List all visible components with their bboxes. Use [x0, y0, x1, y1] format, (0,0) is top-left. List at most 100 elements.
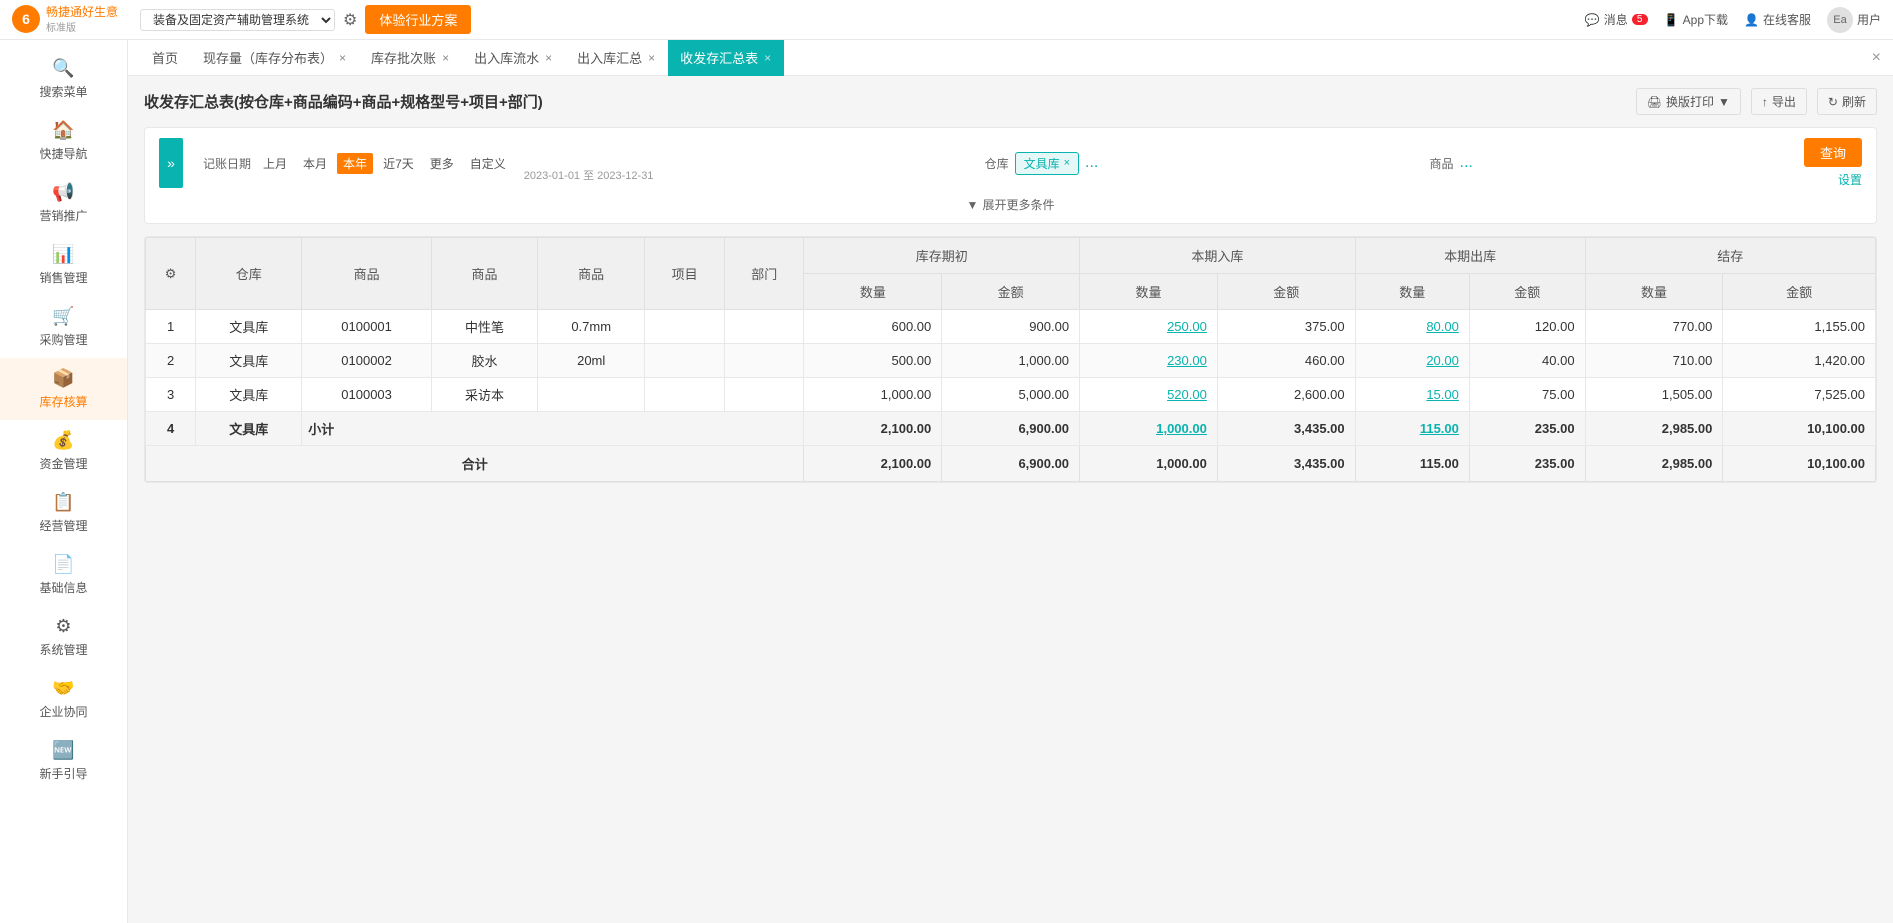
row-out-qty[interactable]: 15.00 — [1355, 378, 1469, 412]
th-goods-name: 商品 — [431, 238, 537, 310]
tab-stock-dist[interactable]: 现存量（库存分布表） × — [191, 40, 359, 76]
settings-link[interactable]: 设置 — [1838, 171, 1862, 188]
sidebar-item-quick-nav[interactable]: 🏠 快捷导航 — [0, 110, 127, 172]
sidebar-item-marketing[interactable]: 📢 营销推广 — [0, 172, 127, 234]
tab-flow[interactable]: 出入库流水 × — [462, 40, 565, 76]
subtotal-warehouse: 文具库 — [196, 412, 302, 446]
row-code: 0100001 — [302, 310, 432, 344]
tab-recv-send[interactable]: 收发存汇总表 × — [668, 40, 784, 76]
username-label: 用户 — [1857, 11, 1881, 28]
sidebar-item-inventory[interactable]: 📦 库存核算 — [0, 358, 127, 420]
online-service-label: 在线客服 — [1763, 11, 1811, 28]
sidebar-item-system[interactable]: ⚙ 系统管理 — [0, 606, 127, 668]
system-title-dropdown[interactable]: 装备及固定资产辅助管理系统 — [140, 9, 335, 31]
notification-item[interactable]: 💬 消息 5 — [1585, 11, 1648, 28]
row-bal-qty: 710.00 — [1585, 344, 1723, 378]
table-footer: 合计 2,100.00 6,900.00 1,000.00 3,435.00 1… — [146, 446, 1876, 482]
tab-batch[interactable]: 库存批次账 × — [359, 40, 462, 76]
tab-batch-close[interactable]: × — [442, 51, 449, 65]
expand-more-conditions[interactable]: ▼ 展开更多条件 — [967, 196, 1055, 213]
online-service-item[interactable]: 👤 在线客服 — [1744, 11, 1811, 28]
row-out-qty[interactable]: 20.00 — [1355, 344, 1469, 378]
sidebar-item-operations[interactable]: 📋 经营管理 — [0, 482, 127, 544]
row-in-qty[interactable]: 250.00 — [1080, 310, 1218, 344]
sidebar: 🔍 搜索菜单 🏠 快捷导航 📢 营销推广 📊 销售管理 🛒 采购管理 📦 库存核… — [0, 40, 128, 923]
sidebar-item-search[interactable]: 🔍 搜索菜单 — [0, 48, 127, 110]
row-dept — [724, 310, 804, 344]
sidebar-item-basic-info[interactable]: 📄 基础信息 — [0, 544, 127, 606]
shortcut-custom[interactable]: 自定义 — [464, 153, 512, 174]
th-init-amt: 金额 — [942, 274, 1080, 310]
row-out-qty[interactable]: 80.00 — [1355, 310, 1469, 344]
row-in-qty[interactable]: 230.00 — [1080, 344, 1218, 378]
app-download-item[interactable]: 📱 App下载 — [1664, 11, 1728, 28]
gear-button[interactable]: ⚙ — [343, 10, 357, 30]
tab-stock-dist-close[interactable]: × — [339, 51, 346, 65]
tab-in-out-summary-label: 出入库汇总 — [577, 48, 642, 67]
warehouse-tag: 文具库 × — [1015, 152, 1079, 175]
subtotal-out-qty[interactable]: 115.00 — [1355, 412, 1469, 446]
print-button[interactable]: 🖨 换版打印 ▼ — [1636, 88, 1741, 115]
row-no: 2 — [146, 344, 196, 378]
row-in-amt: 375.00 — [1217, 310, 1355, 344]
th-dept: 部门 — [724, 238, 804, 310]
right-actions: 查询 设置 — [1804, 138, 1862, 188]
tab-home[interactable]: 首页 — [140, 40, 191, 76]
tab-recv-send-label: 收发存汇总表 — [680, 48, 758, 67]
page-header: 收发存汇总表(按仓库+商品编码+商品+规格型号+项目+部门) 🖨 换版打印 ▼ … — [144, 88, 1877, 115]
row-out-amt: 40.00 — [1469, 344, 1585, 378]
warehouse-tag-close[interactable]: × — [1064, 157, 1070, 169]
row-dept — [724, 378, 804, 412]
system-icon: ⚙ — [55, 616, 71, 637]
row-dept — [724, 344, 804, 378]
inventory-icon: 📦 — [52, 368, 74, 389]
row-out-amt: 75.00 — [1469, 378, 1585, 412]
row-bal-qty: 1,505.00 — [1585, 378, 1723, 412]
footer-label: 合计 — [146, 446, 804, 482]
finance-icon: 💰 — [52, 430, 74, 451]
tab-in-out-close[interactable]: × — [648, 51, 655, 65]
row-in-qty[interactable]: 520.00 — [1080, 378, 1218, 412]
user-item[interactable]: Ea 用户 — [1827, 7, 1881, 33]
sales-icon: 📊 — [52, 244, 74, 265]
query-button[interactable]: 查询 — [1804, 138, 1862, 167]
filter-collapse-button[interactable]: » — [159, 138, 183, 188]
row-warehouse: 文具库 — [196, 378, 302, 412]
table-group-header-row: ⚙ 仓库 商品 商品 商品 项目 部门 库存期初 本期入库 本期出库 结存 — [146, 238, 1876, 274]
purchase-icon: 🛒 — [52, 306, 74, 327]
tab-in-out-summary[interactable]: 出入库汇总 × — [565, 40, 668, 76]
row-bal-amt: 1,155.00 — [1723, 310, 1876, 344]
sidebar-item-purchase[interactable]: 🛒 采购管理 — [0, 296, 127, 358]
shortcut-this-year[interactable]: 本年 — [337, 153, 373, 174]
tab-recv-send-close[interactable]: × — [764, 51, 771, 65]
export-button[interactable]: ↑ 导出 — [1751, 88, 1807, 115]
sidebar-item-finance[interactable]: 💰 资金管理 — [0, 420, 127, 482]
row-project — [645, 344, 725, 378]
footer-init-amt: 6,900.00 — [942, 446, 1080, 482]
shortcut-this-month[interactable]: 本月 — [297, 153, 333, 174]
shortcut-last-month[interactable]: 上月 — [257, 153, 293, 174]
sidebar-item-sales[interactable]: 📊 销售管理 — [0, 234, 127, 296]
table-body: 1 文具库 0100001 中性笔 0.7mm 600.00 900.00 25… — [146, 310, 1876, 446]
shortcut-more[interactable]: 更多 — [424, 153, 460, 174]
refresh-button[interactable]: ↻ 刷新 — [1817, 88, 1877, 115]
try-button[interactable]: 体验行业方案 — [365, 5, 471, 34]
th-settings[interactable]: ⚙ — [146, 238, 196, 310]
shortcut-last-7-days[interactable]: 近7天 — [377, 153, 420, 174]
subtotal-in-amt: 3,435.00 — [1217, 412, 1355, 446]
row-spec: 0.7mm — [537, 310, 644, 344]
warehouse-filter: 仓库 文具库 × ... — [985, 152, 1099, 175]
guide-icon: 🆕 — [52, 740, 74, 761]
sidebar-item-cooperation[interactable]: 🤝 企业协同 — [0, 668, 127, 730]
print-icon: 🖨 — [1647, 95, 1662, 109]
sidebar-item-guide[interactable]: 🆕 新手引导 — [0, 730, 127, 792]
footer-in-qty: 1,000.00 — [1080, 446, 1218, 482]
footer-in-amt: 3,435.00 — [1217, 446, 1355, 482]
tab-close-all[interactable]: × — [1872, 49, 1881, 67]
logo-icon: 6 — [12, 5, 40, 33]
subtotal-in-qty[interactable]: 1,000.00 — [1080, 412, 1218, 446]
goods-ellipsis[interactable]: ... — [1460, 154, 1473, 172]
th-in-amt: 金额 — [1217, 274, 1355, 310]
tab-flow-close[interactable]: × — [545, 51, 552, 65]
warehouse-ellipsis[interactable]: ... — [1085, 154, 1098, 172]
